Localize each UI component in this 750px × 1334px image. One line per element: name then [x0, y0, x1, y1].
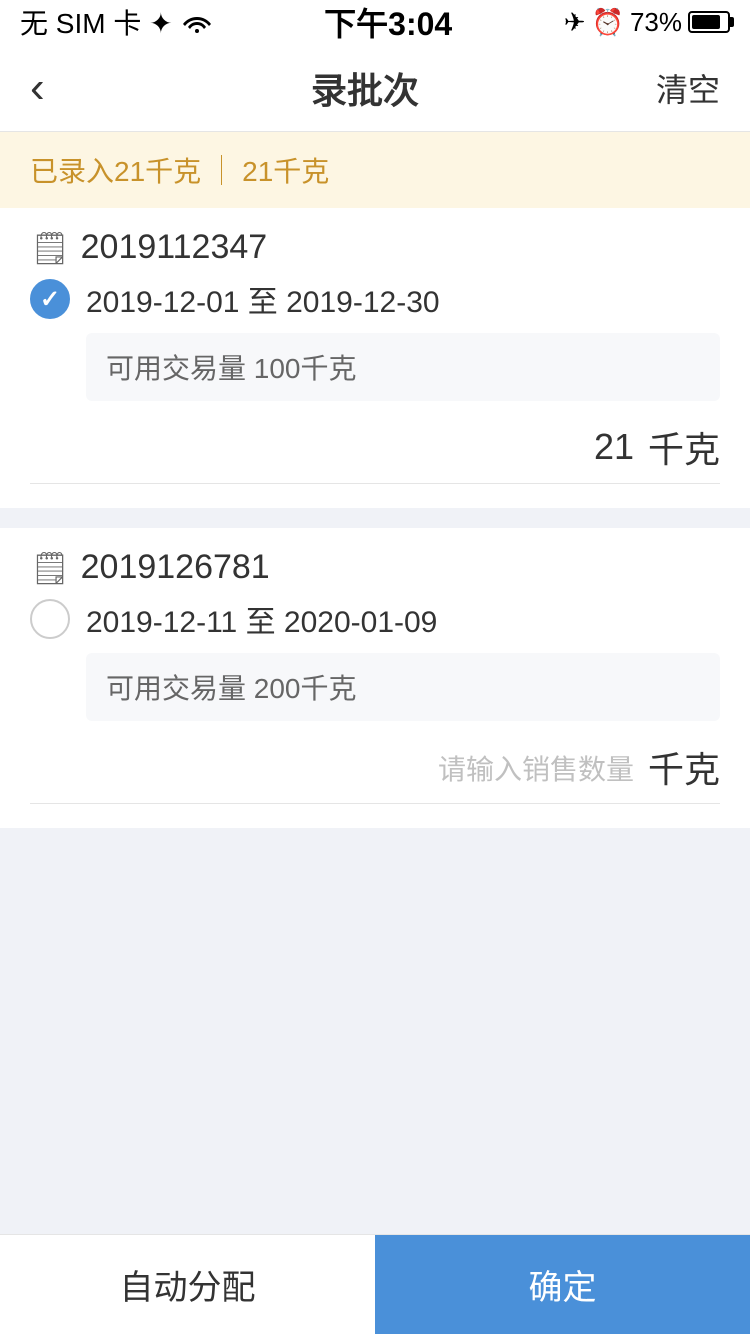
batch-date-1: 2019-12-01 至 2019-12-30 — [86, 277, 440, 321]
content-area: 🗒 2019112347 2019-12-01 至 2019-12-30 可用交… — [0, 208, 750, 1328]
batch-input-row-1: 千克 — [30, 411, 720, 484]
batch-id-1: 2019112347 — [81, 228, 268, 267]
batch-date-row-2: 2019-12-11 至 2020-01-09 — [30, 597, 720, 641]
battery-percent: 73% — [630, 7, 682, 38]
status-right: ✈ ⏰ 73% — [564, 7, 730, 38]
batch-unit-2: 千克 — [648, 741, 720, 793]
battery-icon — [688, 11, 730, 33]
batch-header-1: 🗒 2019112347 — [30, 228, 720, 267]
batch-id-icon-1: 🗒 — [30, 229, 71, 267]
confirm-button[interactable]: 确定 — [375, 1235, 750, 1334]
nav-bar: ‹ 录批次 清空 — [0, 44, 750, 132]
no-sim-label: 无 SIM 卡 ✦ — [20, 2, 173, 42]
status-left: 无 SIM 卡 ✦ — [20, 2, 213, 42]
batch-qty-text-1: 可用交易量 100千克 — [106, 353, 357, 384]
recorded-weight-label: 已录入21千克 — [30, 150, 201, 190]
recorded-weight-value: 21千克 — [242, 150, 329, 190]
bottom-bar: 自动分配 确定 — [0, 1234, 750, 1334]
batch-quantity-input-1[interactable] — [434, 426, 634, 468]
auto-distribute-button[interactable]: 自动分配 — [0, 1235, 375, 1334]
batch-id-2: 2019126781 — [81, 548, 270, 587]
clock-icon: ⏰ — [592, 7, 624, 38]
batch-date-2: 2019-12-11 至 2020-01-09 — [86, 597, 437, 641]
batch-quantity-input-2[interactable] — [434, 746, 634, 788]
batch-header-2: 🗒 2019126781 — [30, 548, 720, 587]
back-button[interactable]: ‹ — [30, 63, 90, 113]
status-time: 下午3:04 — [324, 0, 452, 45]
batch-unit-1: 千克 — [648, 421, 720, 473]
bottom-spacer — [0, 828, 750, 1228]
batch-qty-2: 可用交易量 200千克 — [86, 653, 720, 721]
status-bar: 无 SIM 卡 ✦ 下午3:04 ✈ ⏰ 73% — [0, 0, 750, 44]
radio-button-2[interactable] — [30, 599, 70, 639]
banner-divider — [221, 155, 222, 185]
batch-qty-1: 可用交易量 100千克 — [86, 333, 720, 401]
batch-input-row-2: 千克 — [30, 731, 720, 804]
radio-button-1[interactable] — [30, 279, 70, 319]
clear-button[interactable]: 清空 — [640, 65, 720, 111]
batch-qty-text-2: 可用交易量 200千克 — [106, 673, 357, 704]
batch-id-icon-2: 🗒 — [30, 549, 71, 587]
location-icon: ✈ — [564, 7, 586, 38]
batch-item-1: 🗒 2019112347 2019-12-01 至 2019-12-30 可用交… — [0, 208, 750, 508]
batch-item-2: 🗒 2019126781 2019-12-11 至 2020-01-09 可用交… — [0, 528, 750, 828]
wifi-icon — [181, 11, 213, 33]
page-title: 录批次 — [311, 62, 419, 114]
separator-1 — [0, 508, 750, 528]
batch-date-row-1: 2019-12-01 至 2019-12-30 — [30, 277, 720, 321]
info-banner: 已录入21千克 21千克 — [0, 132, 750, 208]
